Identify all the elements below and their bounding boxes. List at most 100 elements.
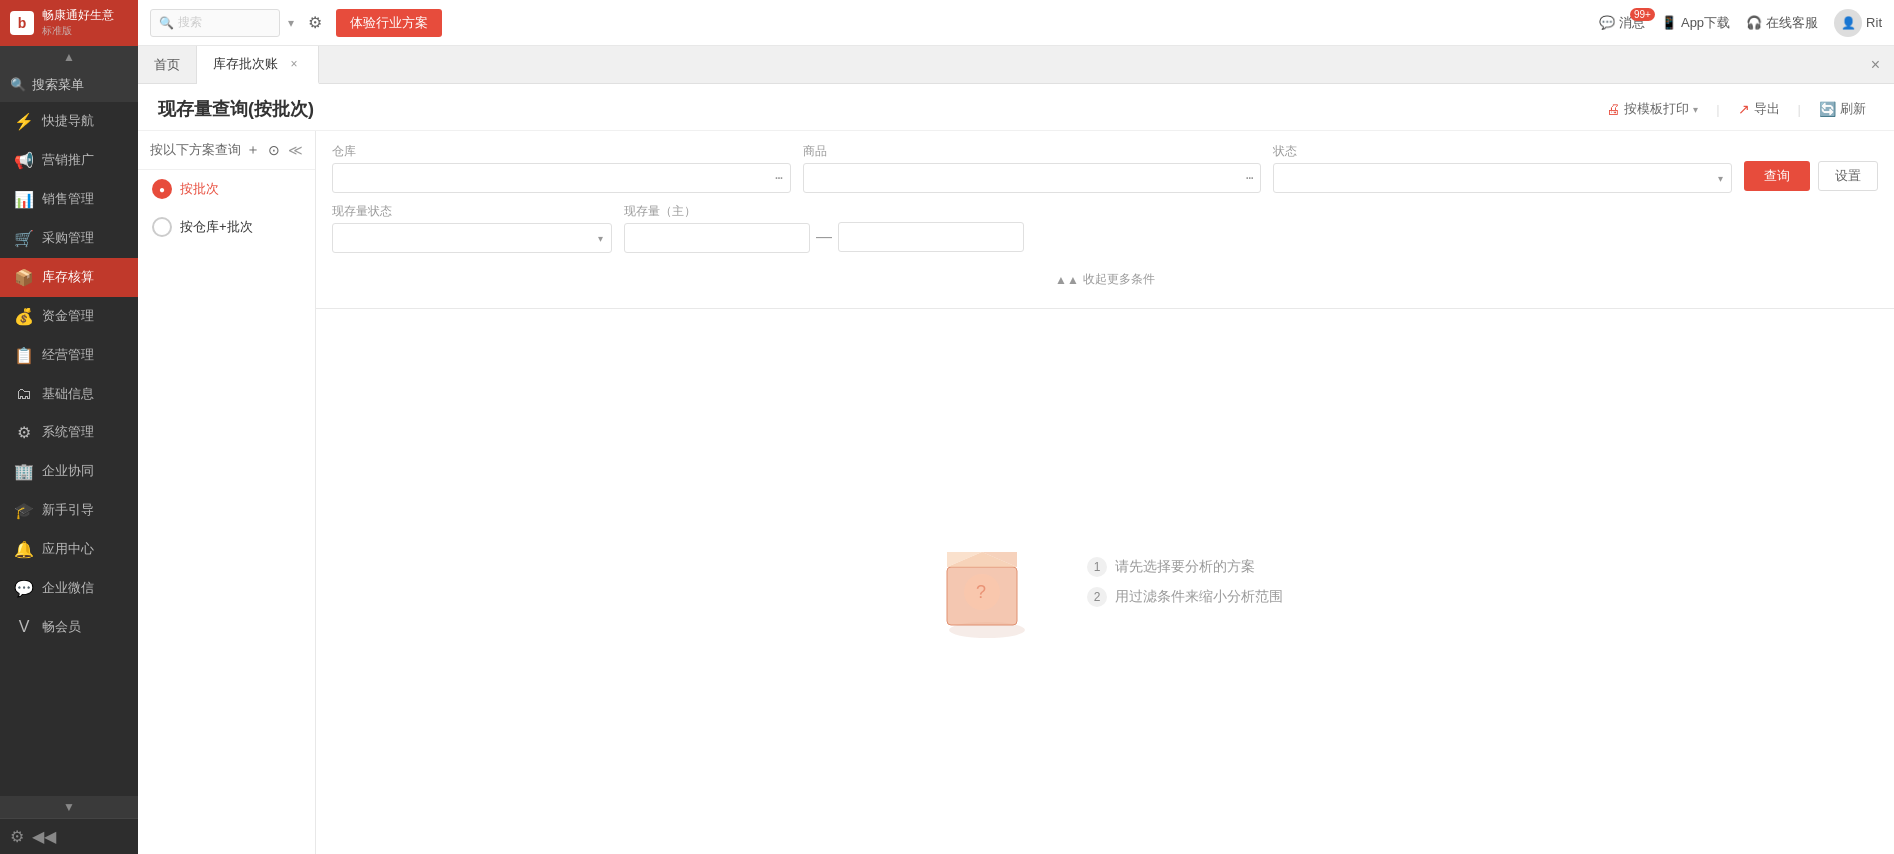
sidebar-item-wechat[interactable]: 💬 企业微信 <box>0 569 138 608</box>
operation-icon: 📋 <box>14 346 34 365</box>
message-icon: 💬 <box>1599 15 1615 30</box>
warehouse-dots[interactable]: ··· <box>774 169 781 187</box>
settings-icon[interactable]: ⚙ <box>10 827 24 846</box>
warehouse-label: 仓库 <box>332 143 791 160</box>
empty-illustration: ? <box>927 522 1047 642</box>
sidebar-brand-info: 畅康通好生意 标准版 <box>42 8 114 38</box>
scheme-item-by-batch[interactable]: ● 按批次 <box>138 170 315 208</box>
user-profile-button[interactable]: 👤 Rit <box>1834 9 1882 37</box>
sidebar-item-label: 企业协同 <box>42 462 94 480</box>
sidebar-item-member[interactable]: V 畅会员 <box>0 608 138 646</box>
add-scheme-icon[interactable]: ＋ <box>246 141 260 159</box>
sidebar-item-label: 基础信息 <box>42 385 94 403</box>
query-button[interactable]: 查询 <box>1744 161 1810 191</box>
topbar: 🔍 搜索 ▾ ⚙ 体验行业方案 💬 消息 99+ 📱 App下载 🎧 在线客服 … <box>138 0 1894 46</box>
stock-qty-from-input[interactable] <box>624 223 810 253</box>
tab-inventory-batch-label: 库存批次账 <box>213 55 278 73</box>
print-dropdown-icon[interactable]: ▾ <box>1693 104 1698 115</box>
product-dots[interactable]: ··· <box>1245 169 1252 187</box>
sidebar-brand-name: 畅康通好生意 <box>42 8 114 24</box>
export-icon: ↗ <box>1738 101 1750 117</box>
sidebar-edition: 标准版 <box>42 24 114 38</box>
headset-icon: 🎧 <box>1746 15 1762 30</box>
collapse-more-button[interactable]: ▲▲ 收起更多条件 <box>332 263 1878 296</box>
member-icon: V <box>14 618 34 636</box>
topbar-gear-icon[interactable]: ⚙ <box>302 13 328 32</box>
topbar-search-box[interactable]: 🔍 搜索 <box>150 9 280 37</box>
filter-actions: 查询 设置 <box>1744 145 1878 191</box>
avatar: 👤 <box>1834 9 1862 37</box>
tab-close-all-button[interactable]: × <box>1857 56 1894 74</box>
stock-qty-label: 现存量（主） <box>624 203 810 220</box>
collapse-sidebar-icon[interactable]: ◀◀ <box>32 827 56 846</box>
page-content: 现存量查询(按批次) 🖨 按模板打印 ▾ | ↗ 导出 | 🔄 刷新 <box>138 84 1894 854</box>
sales-icon: 📊 <box>14 190 34 209</box>
print-button[interactable]: 🖨 按模板打印 ▾ <box>1598 96 1706 122</box>
scheme-label: 按以下方案查询 <box>150 141 241 159</box>
sidebar-item-apps[interactable]: 🔔 应用中心 <box>0 530 138 569</box>
scheme-panel-actions: ＋ ⊙ ≪ <box>246 141 303 159</box>
sidebar-item-purchase[interactable]: 🛒 采购管理 <box>0 219 138 258</box>
empty-hint-num-2: 2 <box>1087 587 1107 607</box>
warehouse-input[interactable]: ··· <box>332 163 791 193</box>
sidebar-item-label: 新手引导 <box>42 501 94 519</box>
scheme-inactive-dot <box>152 217 172 237</box>
industry-solution-button[interactable]: 体验行业方案 <box>336 9 442 37</box>
sidebar-item-sales[interactable]: 📊 销售管理 <box>0 180 138 219</box>
guide-icon: 🎓 <box>14 501 34 520</box>
warehouse-filter-field: 仓库 ··· <box>332 143 791 193</box>
scheme-panel-header: 按以下方案查询 ＋ ⊙ ≪ <box>138 131 315 170</box>
collapse-panel-icon[interactable]: ≪ <box>288 142 303 158</box>
sidebar-item-inventory[interactable]: 📦 库存核算 <box>0 258 138 297</box>
product-input[interactable]: ··· <box>803 163 1262 193</box>
print-icon: 🖨 <box>1606 101 1620 117</box>
sidebar-scroll-down[interactable]: ▼ <box>0 796 138 818</box>
app-download-button[interactable]: 📱 App下载 <box>1661 14 1730 32</box>
tab-close-icon[interactable]: × <box>286 56 302 72</box>
stock-qty-to-input[interactable] <box>838 222 1024 252</box>
product-label: 商品 <box>803 143 1262 160</box>
export-button[interactable]: ↗ 导出 <box>1730 96 1788 122</box>
empty-hint-text-1: 请先选择要分析的方案 <box>1115 558 1255 576</box>
status-dropdown[interactable]: ▾ <box>1273 163 1732 193</box>
topbar-search-icon: 🔍 <box>159 16 174 30</box>
sidebar-item-system[interactable]: ⚙ 系统管理 <box>0 413 138 452</box>
sidebar-item-enterprise[interactable]: 🏢 企业协同 <box>0 452 138 491</box>
settings-button[interactable]: 设置 <box>1818 161 1878 191</box>
sidebar-item-label: 资金管理 <box>42 307 94 325</box>
sidebar-item-label: 库存核算 <box>42 268 94 286</box>
product-filter-field: 商品 ··· <box>803 143 1262 193</box>
sidebar-item-marketing[interactable]: 📢 营销推广 <box>0 141 138 180</box>
messages-button[interactable]: 💬 消息 99+ <box>1599 14 1645 32</box>
sidebar-search-menu[interactable]: 🔍 搜索菜单 <box>0 68 138 102</box>
topbar-chevron-icon[interactable]: ▾ <box>288 16 294 30</box>
sidebar-scroll-up[interactable]: ▲ <box>0 46 138 68</box>
sidebar-item-label: 企业微信 <box>42 579 94 597</box>
sidebar-item-operation[interactable]: 📋 经营管理 <box>0 336 138 375</box>
sidebar-item-finance[interactable]: 💰 资金管理 <box>0 297 138 336</box>
stock-status-label: 现存量状态 <box>332 203 612 220</box>
filter-row-1: 仓库 ··· 商品 ··· <box>332 143 1878 193</box>
stock-status-dropdown[interactable]: ▾ <box>332 223 612 253</box>
sidebar-item-label: 经营管理 <box>42 346 94 364</box>
sidebar-item-guide[interactable]: 🎓 新手引导 <box>0 491 138 530</box>
settings-scheme-icon[interactable]: ⊙ <box>268 142 280 158</box>
online-support-button[interactable]: 🎧 在线客服 <box>1746 14 1818 32</box>
collapse-up-icon: ▲▲ <box>1055 273 1079 287</box>
tabbar: 首页 库存批次账 × × <box>138 46 1894 84</box>
sidebar-item-basic[interactable]: 🗂 基础信息 <box>0 375 138 413</box>
refresh-icon: 🔄 <box>1819 101 1836 117</box>
status-label: 状态 <box>1273 143 1732 160</box>
collapse-label: 收起更多条件 <box>1083 271 1155 288</box>
scheme-item-by-warehouse-batch[interactable]: 按仓库+批次 <box>138 208 315 246</box>
sidebar-item-quick-nav[interactable]: ⚡ 快捷导航 <box>0 102 138 141</box>
stock-qty-from-field: 现存量（主） <box>624 203 810 253</box>
sidebar-item-label: 销售管理 <box>42 190 94 208</box>
sidebar-item-label: 采购管理 <box>42 229 94 247</box>
refresh-button[interactable]: 🔄 刷新 <box>1811 96 1874 122</box>
sidebar-footer: ⚙ ◀◀ <box>0 818 138 854</box>
sidebar-item-label: 快捷导航 <box>42 112 94 130</box>
tab-home[interactable]: 首页 <box>138 46 197 84</box>
username-label: Rit <box>1866 15 1882 30</box>
tab-inventory-batch[interactable]: 库存批次账 × <box>197 46 319 84</box>
